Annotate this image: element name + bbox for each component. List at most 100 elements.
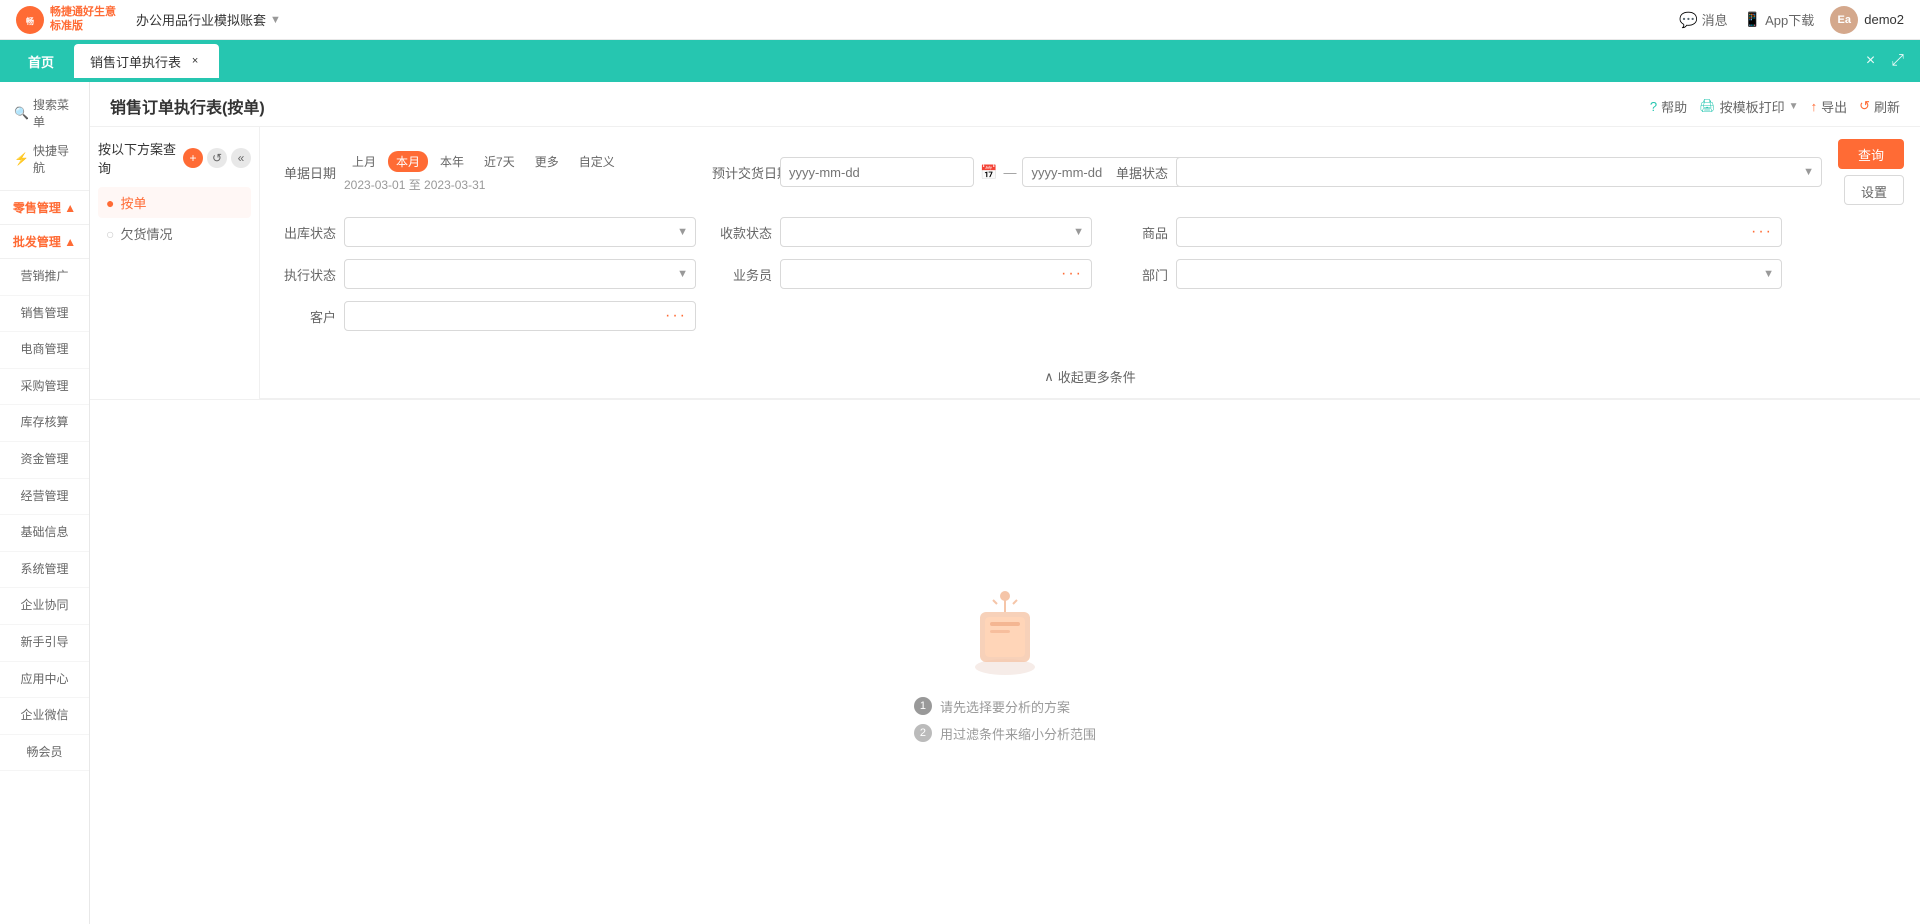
sidebar-item-finance[interactable]: 资金管理 [0,442,89,479]
filter-scheme-title: 按以下方案查询 [98,139,177,177]
filter-collection-status: 收款状态 ▼ [712,217,1092,247]
date-tab-custom[interactable]: 自定义 [571,151,623,172]
collection-status-select[interactable] [780,217,1092,247]
sidebar-item-zero-retail[interactable]: 零售管理 ▲ [0,191,89,225]
customer-dots[interactable]: ··· [665,307,687,325]
date-tab-more[interactable]: 更多 [527,151,567,172]
template-print-arrow-icon: ▼ [1789,101,1799,112]
collapse-button[interactable]: ∧ 收起更多条件 [1028,363,1152,390]
dept-label: 部门 [1108,265,1168,284]
add-scheme-button[interactable]: + [183,148,203,168]
date-tab-7days[interactable]: 近7天 [476,151,523,172]
filter-out-status: 出库状态 ▼ [276,217,696,247]
doc-status-label: 单据状态 [1108,163,1168,182]
salesperson-input-area[interactable]: ··· [780,259,1092,289]
app-download-button[interactable]: 📱 App下载 [1744,10,1815,29]
sidebar-item-label: 电商管理 [20,342,68,358]
customer-input-area[interactable]: ··· [344,301,696,331]
out-status-select[interactable] [344,217,696,247]
filter-doc-status: 单据状态 ▼ [1108,157,1822,187]
empty-steps: 1 请先选择要分析的方案 2 用过滤条件来缩小分析范围 [914,697,1096,743]
goods-input-area[interactable]: ··· [1176,217,1782,247]
scheme-inactive-icon: ○ [106,226,114,242]
template-print-button[interactable]: 🖨 按模板打印 ▼ [1699,97,1798,116]
tab-close-icon[interactable]: × [187,53,203,69]
sidebar-item-marketing[interactable]: 营销推广 [0,259,89,296]
top-header: 畅 畅捷通好生意 标准版 办公用品行业模拟账套 ▼ 💬 消息 📱 App下载 E… [0,0,1920,40]
doc-status-select-wrapper: ▼ [1176,157,1822,187]
sidebar-search-label: 搜索菜单 [33,96,75,130]
sidebar-item-new-guide[interactable]: 新手引导 [0,625,89,662]
date-tab-current-month[interactable]: 本月 [388,151,428,172]
refresh-icon: ↺ [1859,98,1870,114]
collection-status-label: 收款状态 [712,223,772,242]
scheme-label: 欠货情况 [120,224,172,243]
sidebar-item-member[interactable]: 畅会员 [0,735,89,772]
sidebar-quick-nav-button[interactable]: ⚡ 快捷导航 [8,138,81,180]
user-area[interactable]: Ea demo2 [1830,6,1904,34]
sidebar-item-inventory[interactable]: 库存核算 [0,405,89,442]
breadcrumb-text: 办公用品行业模拟账套 [136,10,266,29]
message-button[interactable]: 💬 消息 [1679,10,1728,29]
window-close-icon[interactable]: × [1862,48,1879,74]
tab-home[interactable]: 首页 [12,44,70,78]
sidebar-item-label: 经营管理 [20,489,68,505]
collapse-scheme-button[interactable]: « [231,148,251,168]
filter-scheme-actions: + ↺ « [183,148,251,168]
goods-dots[interactable]: ··· [1751,223,1773,241]
refresh-button[interactable]: ↺ 刷新 [1859,97,1900,116]
sidebar-search-button[interactable]: 🔍 搜索菜单 [8,92,81,134]
empty-step-2: 2 用过滤条件来缩小分析范围 [914,724,1096,743]
customer-label: 客户 [276,307,336,326]
page-title: 销售订单执行表(按单) [110,94,265,118]
sidebar-item-label: 应用中心 [20,672,68,688]
logo-icon: 畅 [16,6,44,34]
sidebar-item-ecommerce[interactable]: 电商管理 [0,332,89,369]
sidebar-item-label: 企业微信 [20,708,68,724]
export-icon: ↑ [1811,99,1818,114]
tab-home-label: 首页 [28,52,54,71]
expected-date-label: 预计交货日期 [712,163,772,182]
content-area: 销售订单执行表(按单) ? 帮助 🖨 按模板打印 ▼ ↑ 导出 ↺ 刷新 [90,82,1920,924]
scheme-item-shortage[interactable]: ○ 欠货情况 [98,218,251,249]
step-2-text: 用过滤条件来缩小分析范围 [940,724,1096,743]
date-tab-current-year[interactable]: 本年 [432,151,472,172]
sidebar-quick-nav-label: 快捷导航 [33,142,75,176]
filter-dept: 部门 ▼ [1108,259,1782,289]
action-buttons: 查询 设置 [1838,139,1904,205]
sidebar: 🔍 搜索菜单 ⚡ 快捷导航 零售管理 ▲ 批发管理 ▲ 营销推广 销售管理 电商… [0,82,90,924]
salesperson-dots[interactable]: ··· [1061,265,1083,283]
main-layout: 🔍 搜索菜单 ⚡ 快捷导航 零售管理 ▲ 批发管理 ▲ 营销推广 销售管理 电商… [0,82,1920,924]
step-1-num: 1 [914,697,932,715]
sidebar-item-operations[interactable]: 经营管理 [0,479,89,516]
sidebar-item-enterprise[interactable]: 企业协同 [0,588,89,625]
sidebar-item-ent-wechat[interactable]: 企业微信 [0,698,89,735]
query-button[interactable]: 查询 [1838,139,1904,169]
doc-status-select[interactable] [1176,157,1822,187]
sidebar-item-batch-mgmt[interactable]: 批发管理 ▲ [0,225,89,259]
user-name: demo2 [1864,12,1904,27]
sidebar-item-label: 资金管理 [20,452,68,468]
expected-date-start[interactable] [780,157,974,187]
sidebar-item-app-center[interactable]: 应用中心 [0,662,89,699]
step-1-text: 请先选择要分析的方案 [940,697,1070,716]
sidebar-item-system[interactable]: 系统管理 [0,552,89,589]
export-button[interactable]: ↑ 导出 [1811,97,1848,116]
scheme-item-by-order[interactable]: ● 按单 [98,187,251,218]
window-maximize-icon[interactable]: ⤢ [1887,48,1908,74]
dept-select[interactable] [1176,259,1782,289]
sidebar-item-purchase[interactable]: 采购管理 [0,369,89,406]
sidebar-item-label: 零售管理 ▲ [13,199,76,216]
empty-state: 1 请先选择要分析的方案 2 用过滤条件来缩小分析范围 [90,400,1920,924]
sidebar-item-sales-mgmt[interactable]: 销售管理 [0,296,89,333]
breadcrumb[interactable]: 办公用品行业模拟账套 ▼ [136,10,281,29]
settings-button[interactable]: 设置 [1844,175,1904,205]
tab-sales-order[interactable]: 销售订单执行表 × [74,44,219,78]
date-tab-prev-month[interactable]: 上月 [344,151,384,172]
exec-status-label: 执行状态 [276,265,336,284]
exec-status-select[interactable] [344,259,696,289]
calendar-start-icon[interactable]: 📅 [980,164,997,181]
sidebar-item-basic-info[interactable]: 基础信息 [0,515,89,552]
help-button[interactable]: ? 帮助 [1650,97,1687,116]
refresh-scheme-button[interactable]: ↺ [207,148,227,168]
